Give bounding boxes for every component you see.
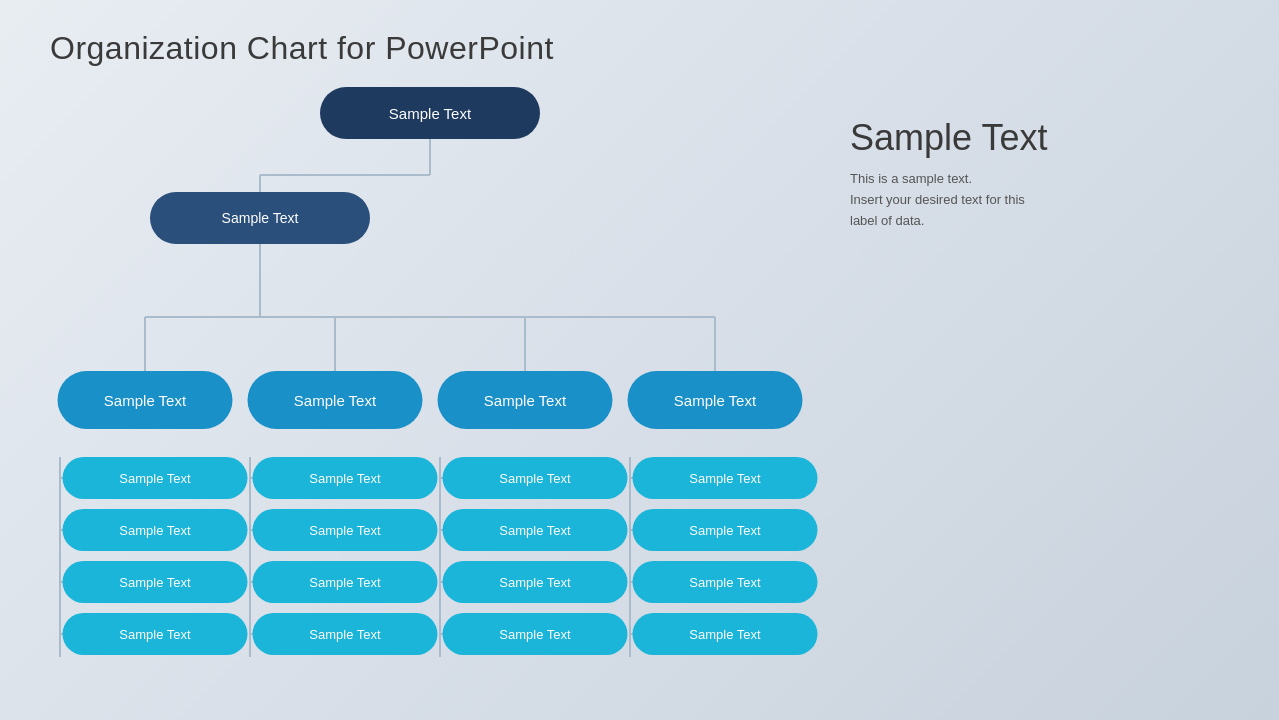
page-title: Organization Chart for PowerPoint [50,30,1229,67]
col1-sub1: Sample Text [63,457,248,499]
col1-header: Sample Text [58,371,233,429]
col2-sub4-pill: Sample Text [253,613,438,655]
chart-container: Sample Text Sample Text Sample Text [50,87,810,667]
col2-sub3-pill: Sample Text [253,561,438,603]
col3-header: Sample Text [438,371,613,429]
desc-body: This is a sample text. Insert your desir… [850,169,1229,231]
top-section: Sample Text Sample Text Sample Text [50,87,1229,667]
col1-sub2: Sample Text [63,509,248,551]
col4-header: Sample Text [628,371,803,429]
col2-sub2: Sample Text [253,509,438,551]
col4-sub4: Sample Text [633,613,818,655]
level1-node: Sample Text [150,192,370,244]
col4-sub3-pill: Sample Text [633,561,818,603]
col2-sub1-pill: Sample Text [253,457,438,499]
col4-header-pill: Sample Text [628,371,803,429]
col3-header-pill: Sample Text [438,371,613,429]
col2-header-pill: Sample Text [248,371,423,429]
col4-sub2: Sample Text [633,509,818,551]
col3-sub4: Sample Text [443,613,628,655]
col4-sub2-pill: Sample Text [633,509,818,551]
col1-sub2-pill: Sample Text [63,509,248,551]
col1-sub3: Sample Text [63,561,248,603]
root-pill: Sample Text [320,87,540,139]
col1-sub3-pill: Sample Text [63,561,248,603]
desc-heading: Sample Text [850,117,1229,159]
col3-sub3-pill: Sample Text [443,561,628,603]
col3-sub2: Sample Text [443,509,628,551]
left-tree: Sample Text Sample Text Sample Text [50,87,810,667]
col1-sub4-pill: Sample Text [63,613,248,655]
col4-sub4-pill: Sample Text [633,613,818,655]
slide: Organization Chart for PowerPoint [0,0,1279,720]
col3-sub3: Sample Text [443,561,628,603]
col2-sub2-pill: Sample Text [253,509,438,551]
col2-header: Sample Text [248,371,423,429]
col3-sub1-pill: Sample Text [443,457,628,499]
col4-sub3: Sample Text [633,561,818,603]
col4-sub1-pill: Sample Text [633,457,818,499]
col1-sub1-pill: Sample Text [63,457,248,499]
root-node: Sample Text [320,87,540,139]
col2-sub3: Sample Text [253,561,438,603]
col3-sub1: Sample Text [443,457,628,499]
col4-sub1: Sample Text [633,457,818,499]
col2-sub4: Sample Text [253,613,438,655]
col3-sub2-pill: Sample Text [443,509,628,551]
col1-sub4: Sample Text [63,613,248,655]
col1-header-pill: Sample Text [58,371,233,429]
right-description: Sample Text This is a sample text. Inser… [810,87,1229,231]
level1-pill: Sample Text [150,192,370,244]
col3-sub4-pill: Sample Text [443,613,628,655]
col2-sub1: Sample Text [253,457,438,499]
